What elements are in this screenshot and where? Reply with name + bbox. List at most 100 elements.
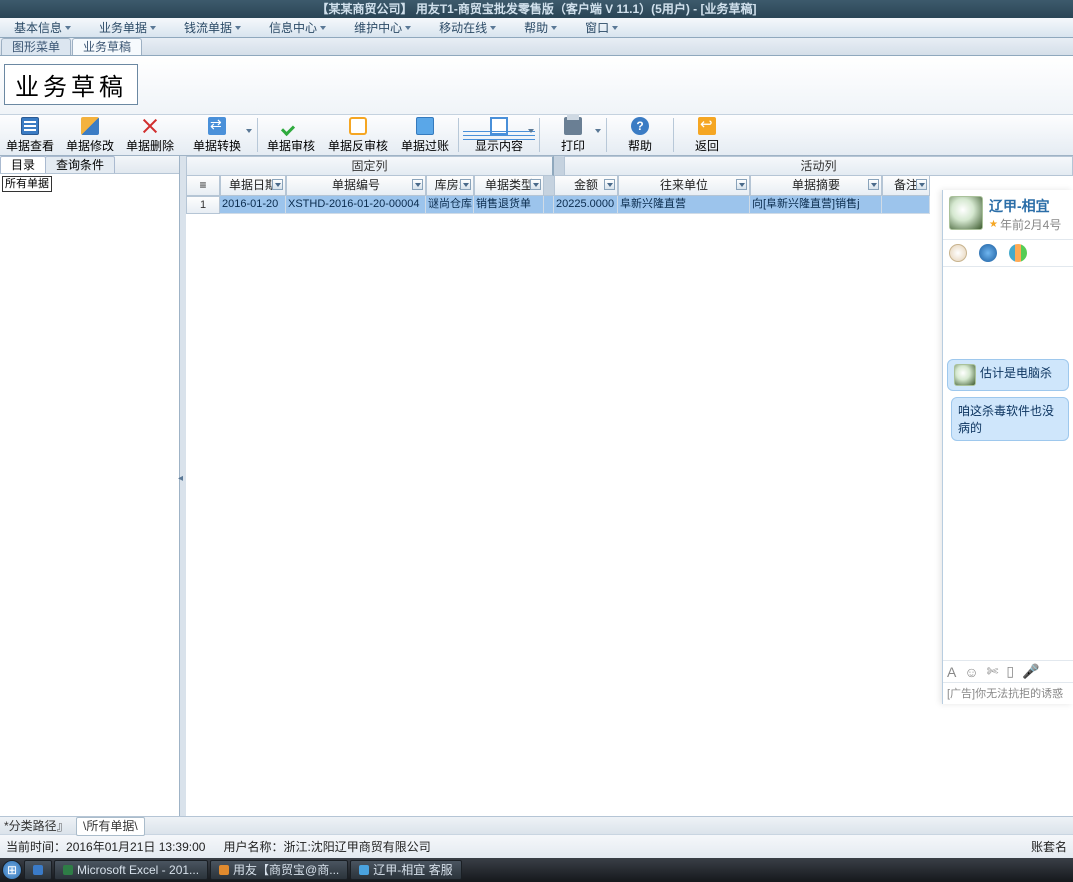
chevron-down-icon bbox=[595, 129, 601, 133]
page-title-block: 业务草稿 bbox=[0, 56, 1073, 114]
chevron-down-icon bbox=[150, 26, 156, 30]
chat-ad[interactable]: [广告]你无法抗拒的诱惑 bbox=[943, 682, 1073, 704]
cell-amount: 20225.0000 bbox=[554, 196, 618, 214]
page-title: 业务草稿 bbox=[4, 64, 138, 105]
table-row[interactable]: 1 2016-01-20 XSTHD-2016-01-20-00004 谜尚仓库… bbox=[186, 196, 1073, 214]
grid-empty-area bbox=[186, 214, 1073, 816]
x-icon bbox=[141, 117, 159, 135]
lp-tab-query[interactable]: 查询条件 bbox=[45, 156, 115, 173]
btn-doc-audit[interactable]: 单据审核 bbox=[261, 115, 321, 155]
menu-info-center[interactable]: 信息中心 bbox=[255, 18, 340, 37]
col-group-fixed: 固定列 bbox=[186, 156, 554, 176]
dropdown-icon[interactable] bbox=[868, 179, 879, 190]
col-doc-date[interactable]: 单据日期 bbox=[220, 176, 286, 196]
chevron-down-icon bbox=[528, 129, 534, 133]
splitter-handle[interactable] bbox=[180, 156, 186, 816]
col-warehouse[interactable]: 库房1 bbox=[426, 176, 474, 196]
chat-message: 咱这杀毒软件也没病的 bbox=[951, 397, 1069, 441]
toolbar-separator bbox=[606, 118, 607, 152]
scissors-icon[interactable]: ✄ bbox=[987, 663, 999, 680]
btn-back[interactable]: 返回 bbox=[677, 115, 737, 155]
back-icon bbox=[698, 117, 716, 135]
dropdown-icon[interactable] bbox=[604, 179, 615, 190]
col-counterparty[interactable]: 往来单位 bbox=[618, 176, 750, 196]
document-tabbar: 图形菜单 业务草稿 bbox=[0, 38, 1073, 56]
dropdown-icon[interactable] bbox=[460, 179, 471, 190]
menu-cash-docs[interactable]: 钱流单据 bbox=[170, 18, 255, 37]
more-apps-icon[interactable] bbox=[1009, 244, 1027, 262]
menu-business-docs[interactable]: 业务单据 bbox=[85, 18, 170, 37]
col-note[interactable]: 备注 bbox=[882, 176, 930, 196]
check-icon bbox=[282, 117, 300, 135]
btn-doc-convert[interactable]: 单据转换 bbox=[180, 115, 254, 155]
menu-maintenance[interactable]: 维护中心 bbox=[340, 18, 425, 37]
col-doc-type[interactable]: 单据类型 bbox=[474, 176, 544, 196]
btn-doc-post[interactable]: 单据过账 bbox=[395, 115, 455, 155]
btn-doc-delete[interactable]: 单据删除 bbox=[120, 115, 180, 155]
tab-business-draft[interactable]: 业务草稿 bbox=[72, 38, 142, 55]
path-value[interactable]: \所有单据\ bbox=[76, 817, 145, 836]
col-amount[interactable]: 金额 bbox=[554, 176, 618, 196]
btn-toolbar-help[interactable]: 帮助 bbox=[610, 115, 670, 155]
excel-icon bbox=[63, 865, 73, 875]
os-taskbar: ⊞ Microsoft Excel - 201... 用友【商贸宝@商... 辽… bbox=[0, 858, 1073, 882]
windows-icon: ⊞ bbox=[7, 861, 17, 879]
chevron-down-icon bbox=[490, 26, 496, 30]
status-time-value: 2016年01月21日 13:39:00 bbox=[66, 840, 205, 854]
chat-icon bbox=[359, 865, 369, 875]
screenshot-icon[interactable]: ▯ bbox=[1006, 663, 1014, 680]
dropdown-icon[interactable] bbox=[916, 179, 927, 190]
voice-call-icon[interactable] bbox=[949, 244, 967, 262]
chat-contact-name: 辽甲-相宜 bbox=[989, 196, 1061, 216]
window-titlebar: 【某某商贸公司】 用友T1-商贸宝批发零售版（客户端 V 11.1）(5用户) … bbox=[0, 0, 1073, 18]
chat-panel: 辽甲-相宜 年前2月4号 估计是电脑杀 咱这杀毒软件也没病的 A ☺ ✄ ▯ 🎤… bbox=[942, 190, 1073, 704]
video-call-icon[interactable] bbox=[979, 244, 997, 262]
col-rownum[interactable]: ≡ bbox=[186, 176, 220, 196]
menu-mobile[interactable]: 移动在线 bbox=[425, 18, 510, 37]
dropdown-icon[interactable] bbox=[530, 179, 541, 190]
avatar[interactable] bbox=[949, 196, 983, 230]
dropdown-icon[interactable] bbox=[412, 179, 423, 190]
toolbar-separator bbox=[673, 118, 674, 152]
cell-unit: 阜新兴隆直营 bbox=[618, 196, 750, 214]
emoji-icon[interactable]: ☺ bbox=[964, 664, 978, 680]
dropdown-icon[interactable] bbox=[272, 179, 283, 190]
menu-help[interactable]: 帮助 bbox=[510, 18, 571, 37]
col-doc-summary[interactable]: 单据摘要 bbox=[750, 176, 882, 196]
help-icon bbox=[631, 117, 649, 135]
chevron-down-icon bbox=[235, 26, 241, 30]
status-user-value: 浙江:沈阳辽甲商贸有限公司 bbox=[283, 840, 430, 854]
menubar: 基本信息 业务单据 钱流单据 信息中心 维护中心 移动在线 帮助 窗口 bbox=[0, 18, 1073, 38]
toolbar-separator bbox=[539, 118, 540, 152]
font-icon[interactable]: A bbox=[947, 664, 956, 680]
status-set-label: 账套名 bbox=[1031, 838, 1067, 855]
btn-doc-unaudit[interactable]: 单据反审核 bbox=[321, 115, 395, 155]
tab-graphic-menu[interactable]: 图形菜单 bbox=[1, 38, 71, 55]
left-panel: 目录 查询条件 所有单据 bbox=[0, 156, 180, 816]
chat-input-toolbar: A ☺ ✄ ▯ 🎤 bbox=[943, 660, 1073, 682]
cell-number: XSTHD-2016-01-20-00004 bbox=[286, 196, 426, 214]
btn-doc-edit[interactable]: 单据修改 bbox=[60, 115, 120, 155]
taskbar-chat[interactable]: 辽甲-相宜 客服 bbox=[350, 860, 461, 880]
col-doc-number[interactable]: 单据编号 bbox=[286, 176, 426, 196]
taskbar-excel[interactable]: Microsoft Excel - 201... bbox=[54, 860, 208, 880]
cell-type: 销售退货单 bbox=[474, 196, 544, 214]
btn-doc-view[interactable]: 单据查看 bbox=[0, 115, 60, 155]
taskbar-pinned[interactable] bbox=[24, 860, 52, 880]
menu-window[interactable]: 窗口 bbox=[571, 18, 632, 37]
printer-icon bbox=[564, 117, 582, 135]
btn-print[interactable]: 打印 bbox=[543, 115, 603, 155]
menu-basic-info[interactable]: 基本信息 bbox=[0, 18, 85, 37]
uncheck-icon bbox=[349, 117, 367, 135]
lp-tab-directory[interactable]: 目录 bbox=[0, 156, 46, 173]
toolbar-separator bbox=[458, 118, 459, 152]
btn-display-content[interactable]: 显示内容 bbox=[462, 115, 536, 155]
tree-item-all-docs[interactable]: 所有单据 bbox=[2, 176, 52, 192]
start-button[interactable]: ⊞ bbox=[2, 860, 22, 880]
chevron-down-icon bbox=[551, 26, 557, 30]
path-label: *分类路径』 bbox=[4, 819, 69, 833]
dropdown-icon[interactable] bbox=[736, 179, 747, 190]
cell-summary: 向[阜新兴隆直营]销售j bbox=[750, 196, 882, 214]
mic-icon[interactable]: 🎤 bbox=[1022, 663, 1039, 680]
taskbar-yonyou[interactable]: 用友【商贸宝@商... bbox=[210, 860, 348, 880]
